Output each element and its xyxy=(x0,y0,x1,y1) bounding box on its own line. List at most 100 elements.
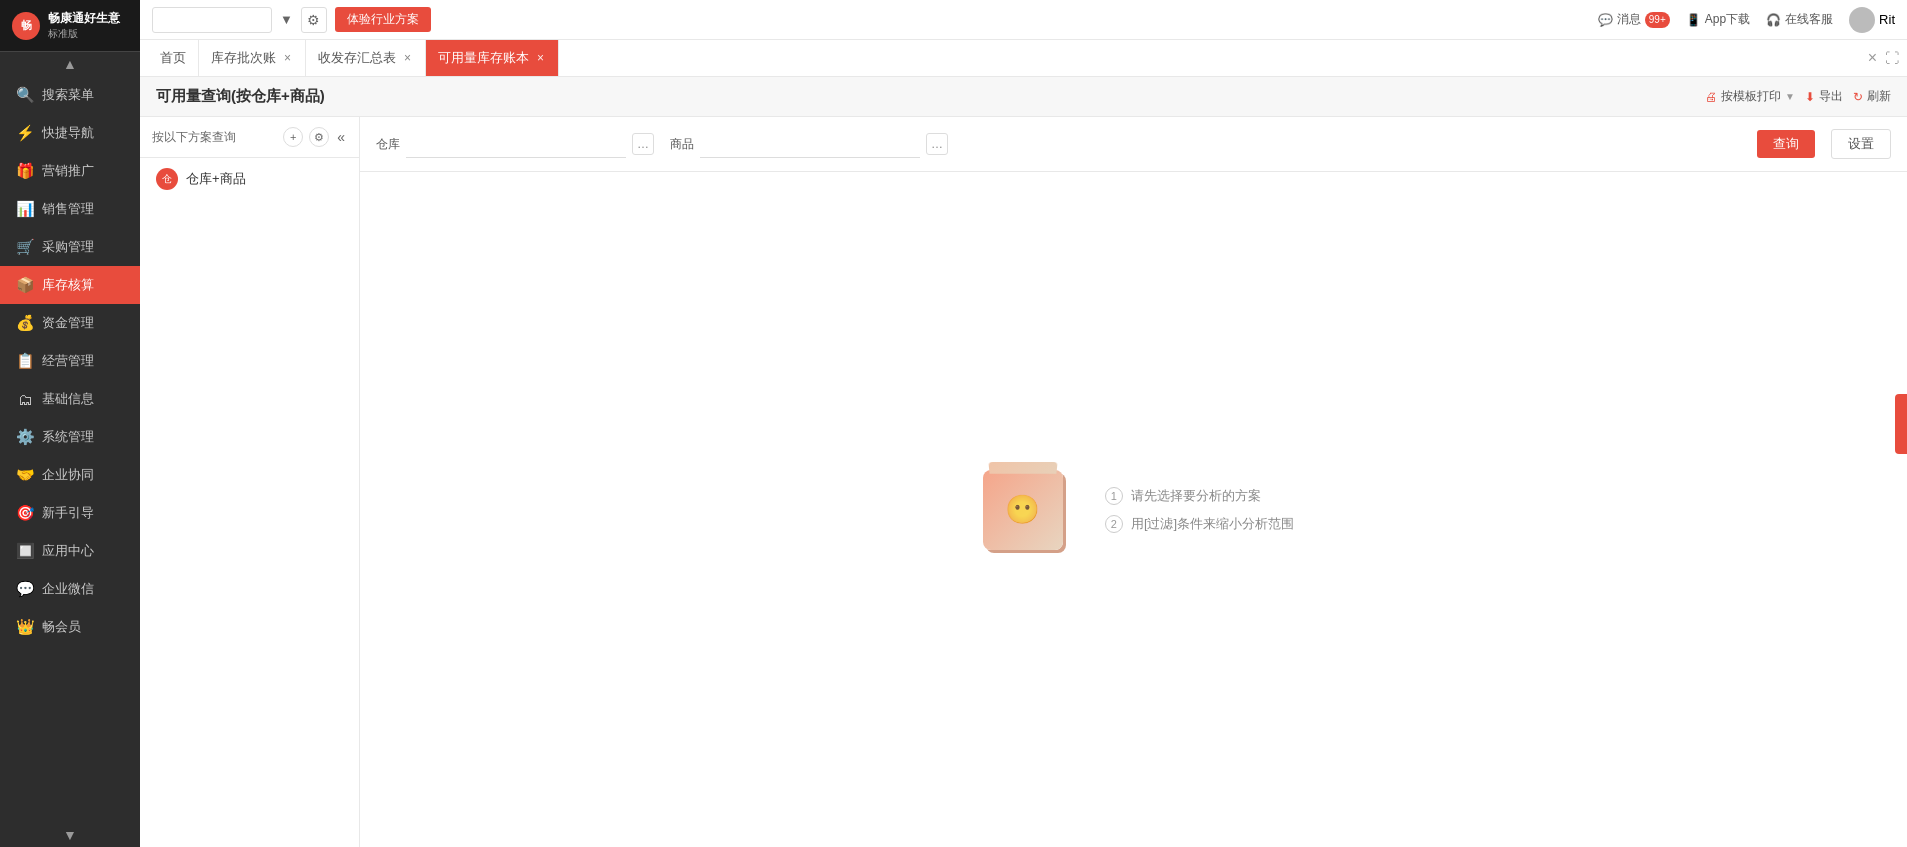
page-header: 可用量查询(按仓库+商品) 🖨 按模板打印 ▼ ⬇ 导出 ↻ 刷新 xyxy=(140,77,1907,117)
search-icon: 🔍 xyxy=(16,86,34,104)
tab-batch[interactable]: 库存批次账 × xyxy=(199,40,306,76)
sidebar-item-label: 新手引导 xyxy=(42,504,94,522)
empty-tips: 1 请先选择要分析的方案 2 用[过滤]条件来缩小分析范围 xyxy=(1105,487,1294,533)
sidebar: 畅 畅康通好生意 标准版 ▲ 🔍 搜索菜单 ⚡ 快捷导航 🎁 营销推广 📊 销售… xyxy=(0,0,140,847)
tab-summary[interactable]: 收发存汇总表 × xyxy=(306,40,426,76)
message-btn[interactable]: 💬 消息 99+ xyxy=(1598,11,1670,28)
tabbar-actions: × ⛶ xyxy=(1860,40,1907,76)
tabbar: 首页 库存批次账 × 收发存汇总表 × 可用量库存账本 × × ⛶ xyxy=(140,40,1907,77)
chevron-down-icon: ▼ xyxy=(63,827,77,843)
empty-box-graphic: 😶 xyxy=(983,470,1063,550)
sidebar-item-shortcut[interactable]: ⚡ 快捷导航 xyxy=(0,114,140,152)
main-area: ▼ ⚙ 体验行业方案 💬 消息 99+ 📱 App下载 🎧 在线客服 Rit xyxy=(140,0,1907,847)
add-schema-btn[interactable]: + xyxy=(283,127,303,147)
topbar-search-input[interactable] xyxy=(152,7,272,33)
tab-available-label: 可用量库存账本 xyxy=(438,49,529,67)
topbar-dropdown[interactable]: ▼ xyxy=(280,12,293,27)
tab-batch-close[interactable]: × xyxy=(282,49,293,67)
online-service-btn[interactable]: 🎧 在线客服 xyxy=(1766,11,1833,28)
sidebar-header: 畅 畅康通好生意 标准版 xyxy=(0,0,140,52)
tab-available-close[interactable]: × xyxy=(535,49,546,67)
sidebar-item-purchase[interactable]: 🛒 采购管理 xyxy=(0,228,140,266)
user-name: Rit xyxy=(1879,12,1895,27)
export-btn[interactable]: ⬇ 导出 xyxy=(1805,88,1843,105)
sidebar-item-label: 应用中心 xyxy=(42,542,94,560)
enterprise-icon: 🤝 xyxy=(16,466,34,484)
right-edge-handle[interactable] xyxy=(1895,394,1907,454)
user-menu[interactable]: Rit xyxy=(1849,7,1895,33)
guide-icon: 🎯 xyxy=(16,504,34,522)
sidebar-item-wechat[interactable]: 💬 企业微信 xyxy=(0,570,140,608)
product-more-btn[interactable]: … xyxy=(926,133,948,155)
sidebar-item-finance[interactable]: 💰 资金管理 xyxy=(0,304,140,342)
gear-icon: ⚙ xyxy=(307,12,320,28)
tab-summary-close[interactable]: × xyxy=(402,49,413,67)
settings-schema-btn[interactable]: ⚙ xyxy=(309,127,329,147)
tip-num-2: 2 xyxy=(1105,515,1123,533)
tabbar-close-all-btn[interactable]: × xyxy=(1868,49,1877,67)
empty-tip-1: 1 请先选择要分析的方案 xyxy=(1105,487,1294,505)
collapse-panel-btn[interactable]: « xyxy=(335,127,347,147)
sidebar-item-label: 畅会员 xyxy=(42,618,81,636)
trial-button[interactable]: 体验行业方案 xyxy=(335,7,431,32)
sidebar-item-marketing[interactable]: 🎁 营销推广 xyxy=(0,152,140,190)
tab-available[interactable]: 可用量库存账本 × xyxy=(426,40,559,76)
sidebar-scroll-up[interactable]: ▲ xyxy=(0,52,140,76)
query-button[interactable]: 查询 xyxy=(1757,130,1815,158)
sidebar-item-label: 快捷导航 xyxy=(42,124,94,142)
refresh-btn[interactable]: ↻ 刷新 xyxy=(1853,88,1891,105)
empty-illustration: 😶 xyxy=(973,460,1073,560)
sidebar-item-label: 营销推广 xyxy=(42,162,94,180)
box-face-icon: 😶 xyxy=(1005,493,1040,526)
product-input[interactable] xyxy=(700,130,920,158)
sidebar-item-inventory[interactable]: 📦 库存核算 xyxy=(0,266,140,304)
sidebar-item-basic[interactable]: 🗂 基础信息 xyxy=(0,380,140,418)
tabbar-expand-btn[interactable]: ⛶ xyxy=(1885,50,1899,66)
warehouse-more-btn[interactable]: … xyxy=(632,133,654,155)
dropdown-arrow-icon: ▼ xyxy=(280,12,293,27)
sidebar-item-search[interactable]: 🔍 搜索菜单 xyxy=(0,76,140,114)
apps-icon: 🔲 xyxy=(16,542,34,560)
filter-bar: 仓库 … 商品 … 查询 设置 xyxy=(360,117,1907,172)
topbar: ▼ ⚙ 体验行业方案 💬 消息 99+ 📱 App下载 🎧 在线客服 Rit xyxy=(140,0,1907,40)
sidebar-item-label: 企业协同 xyxy=(42,466,94,484)
sidebar-item-member[interactable]: 👑 畅会员 xyxy=(0,608,140,646)
sidebar-item-apps[interactable]: 🔲 应用中心 xyxy=(0,532,140,570)
page-actions: 🖨 按模板打印 ▼ ⬇ 导出 ↻ 刷新 xyxy=(1705,88,1891,105)
member-icon: 👑 xyxy=(16,618,34,636)
product-field: 商品 … xyxy=(670,130,948,158)
mobile-icon: 📱 xyxy=(1686,13,1701,27)
sidebar-edition: 标准版 xyxy=(48,27,120,41)
schema-item-warehouse-product[interactable]: 仓 仓库+商品 xyxy=(140,158,359,200)
tip-num-1: 1 xyxy=(1105,487,1123,505)
sidebar-company: 畅康通好生意 xyxy=(48,10,120,27)
sidebar-item-guide[interactable]: 🎯 新手引导 xyxy=(0,494,140,532)
empty-state: 😶 1 请先选择要分析的方案 2 用[过滤]条件来缩小分析范围 xyxy=(360,172,1907,847)
basic-icon: 🗂 xyxy=(16,391,34,408)
warehouse-label: 仓库 xyxy=(376,136,400,153)
sidebar-item-label: 系统管理 xyxy=(42,428,94,446)
schema-item-label: 仓库+商品 xyxy=(186,170,246,188)
sidebar-item-label: 采购管理 xyxy=(42,238,94,256)
settings-button[interactable]: 设置 xyxy=(1831,129,1891,159)
app-download-btn[interactable]: 📱 App下载 xyxy=(1686,11,1750,28)
left-panel-title: 按以下方案查询 xyxy=(152,129,236,146)
warehouse-input[interactable] xyxy=(406,130,626,158)
operation-icon: 📋 xyxy=(16,352,34,370)
sidebar-item-operation[interactable]: 📋 经营管理 xyxy=(0,342,140,380)
topbar-gear-btn[interactable]: ⚙ xyxy=(301,7,327,33)
sales-icon: 📊 xyxy=(16,200,34,218)
wechat-icon: 💬 xyxy=(16,580,34,598)
system-icon: ⚙️ xyxy=(16,428,34,446)
sidebar-item-system[interactable]: ⚙️ 系统管理 xyxy=(0,418,140,456)
sidebar-item-sales[interactable]: 📊 销售管理 xyxy=(0,190,140,228)
sidebar-menu: 🔍 搜索菜单 ⚡ 快捷导航 🎁 营销推广 📊 销售管理 🛒 采购管理 📦 库存核… xyxy=(0,76,140,823)
topbar-right: 💬 消息 99+ 📱 App下载 🎧 在线客服 Rit xyxy=(1598,7,1895,33)
sidebar-scroll-down[interactable]: ▼ xyxy=(0,823,140,847)
right-panel: 仓库 … 商品 … 查询 设置 😶 xyxy=(360,117,1907,847)
finance-icon: 💰 xyxy=(16,314,34,332)
sidebar-item-enterprise[interactable]: 🤝 企业协同 xyxy=(0,456,140,494)
refresh-icon: ↻ xyxy=(1853,90,1863,104)
tab-home[interactable]: 首页 xyxy=(148,40,199,76)
print-btn[interactable]: 🖨 按模板打印 ▼ xyxy=(1705,88,1795,105)
